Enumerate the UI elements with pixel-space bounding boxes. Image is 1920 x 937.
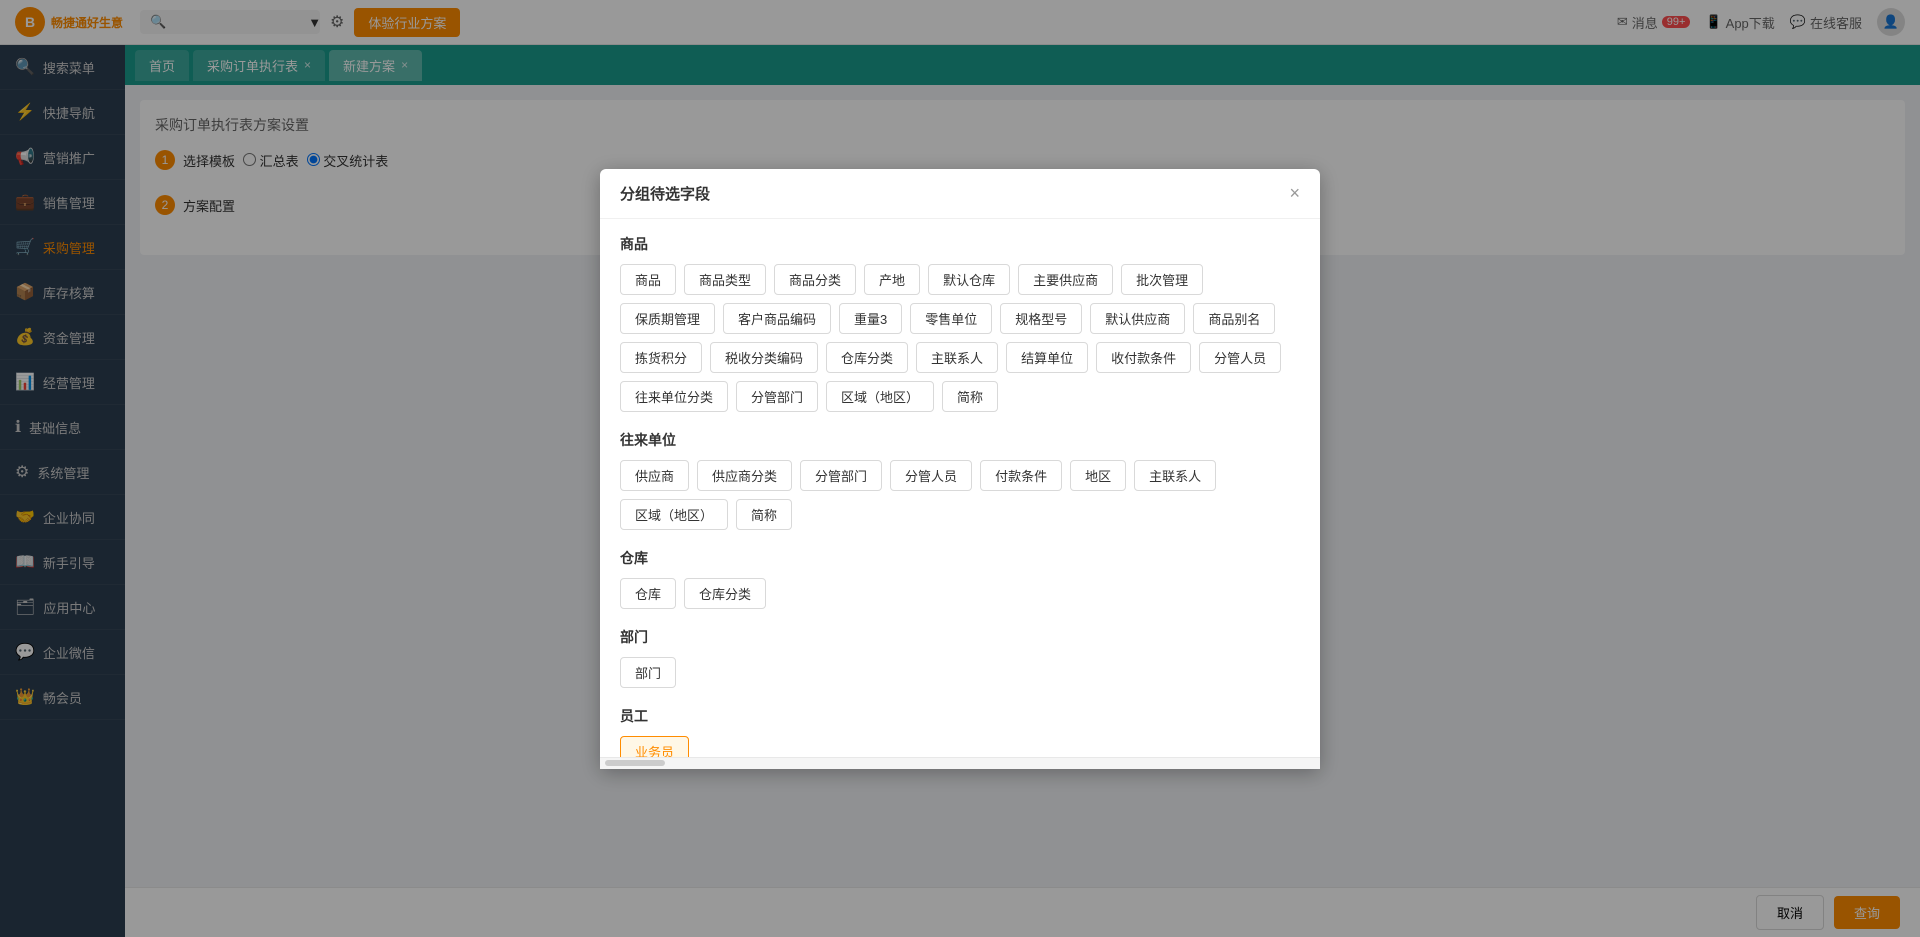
group-employee-title: 员工 [620, 706, 1300, 726]
group-dept-title: 部门 [620, 627, 1300, 647]
field-tag[interactable]: 商品 [620, 264, 676, 295]
field-tag[interactable]: 产地 [864, 264, 920, 295]
warehouse-tags: 仓库 仓库分类 [620, 578, 1300, 609]
group-warehouse-title: 仓库 [620, 548, 1300, 568]
field-tag[interactable]: 商品别名 [1193, 303, 1275, 334]
field-tag[interactable]: 往来单位分类 [620, 381, 728, 412]
field-tag[interactable]: 收付款条件 [1096, 342, 1191, 373]
field-tag[interactable]: 供应商 [620, 460, 689, 491]
field-tag[interactable]: 主联系人 [916, 342, 998, 373]
field-group-product: 商品 商品 商品类型 商品分类 产地 默认仓库 主要供应商 批次管理 保质期管理… [620, 234, 1300, 412]
modal-body: 商品 商品 商品类型 商品分类 产地 默认仓库 主要供应商 批次管理 保质期管理… [600, 219, 1320, 757]
modal-header: 分组待选字段 × [600, 169, 1320, 219]
field-tag[interactable]: 默认仓库 [928, 264, 1010, 295]
product-tags: 商品 商品类型 商品分类 产地 默认仓库 主要供应商 批次管理 保质期管理 客户… [620, 264, 1300, 412]
field-tag[interactable]: 部门 [620, 657, 676, 688]
field-tag[interactable]: 付款条件 [980, 460, 1062, 491]
modal-title: 分组待选字段 [620, 183, 710, 204]
field-tag[interactable]: 默认供应商 [1090, 303, 1185, 334]
field-tag[interactable]: 分管部门 [800, 460, 882, 491]
field-tag[interactable]: 地区 [1070, 460, 1126, 491]
field-tag[interactable]: 结算单位 [1006, 342, 1088, 373]
field-tag[interactable]: 重量3 [839, 303, 902, 334]
field-group-partner: 往来单位 供应商 供应商分类 分管部门 分管人员 付款条件 地区 主联系人 区域… [620, 430, 1300, 530]
field-group-employee: 员工 业务员 [620, 706, 1300, 757]
field-tag[interactable]: 业务员 [620, 736, 689, 757]
field-tag[interactable]: 仓库分类 [684, 578, 766, 609]
field-tag[interactable]: 税收分类编码 [710, 342, 818, 373]
field-tag[interactable]: 主要供应商 [1018, 264, 1113, 295]
field-tag[interactable]: 批次管理 [1121, 264, 1203, 295]
field-group-warehouse: 仓库 仓库 仓库分类 [620, 548, 1300, 609]
field-tag[interactable]: 简称 [942, 381, 998, 412]
dept-tags: 部门 [620, 657, 1300, 688]
field-select-modal: 分组待选字段 × 商品 商品 商品类型 商品分类 产地 默认仓库 主要供应商 批… [600, 169, 1320, 769]
field-tag[interactable]: 区域（地区） [620, 499, 728, 530]
field-tag[interactable]: 拣货积分 [620, 342, 702, 373]
field-tag[interactable]: 分管人员 [1199, 342, 1281, 373]
group-product-title: 商品 [620, 234, 1300, 254]
field-tag[interactable]: 简称 [736, 499, 792, 530]
field-tag[interactable]: 分管部门 [736, 381, 818, 412]
field-group-dept: 部门 部门 [620, 627, 1300, 688]
field-tag[interactable]: 供应商分类 [697, 460, 792, 491]
field-tag[interactable]: 规格型号 [1000, 303, 1082, 334]
modal-overlay: 分组待选字段 × 商品 商品 商品类型 商品分类 产地 默认仓库 主要供应商 批… [0, 0, 1920, 937]
partner-tags: 供应商 供应商分类 分管部门 分管人员 付款条件 地区 主联系人 区域（地区） … [620, 460, 1300, 530]
field-tag[interactable]: 商品分类 [774, 264, 856, 295]
field-tag[interactable]: 客户商品编码 [723, 303, 831, 334]
modal-scrollbar[interactable] [600, 757, 1320, 769]
employee-tags: 业务员 [620, 736, 1300, 757]
field-tag[interactable]: 分管人员 [890, 460, 972, 491]
field-tag[interactable]: 区域（地区） [826, 381, 934, 412]
field-tag[interactable]: 零售单位 [910, 303, 992, 334]
field-tag[interactable]: 商品类型 [684, 264, 766, 295]
modal-close-button[interactable]: × [1289, 183, 1300, 204]
field-tag[interactable]: 主联系人 [1134, 460, 1216, 491]
field-tag[interactable]: 仓库分类 [826, 342, 908, 373]
field-tag[interactable]: 保质期管理 [620, 303, 715, 334]
group-partner-title: 往来单位 [620, 430, 1300, 450]
field-tag[interactable]: 仓库 [620, 578, 676, 609]
